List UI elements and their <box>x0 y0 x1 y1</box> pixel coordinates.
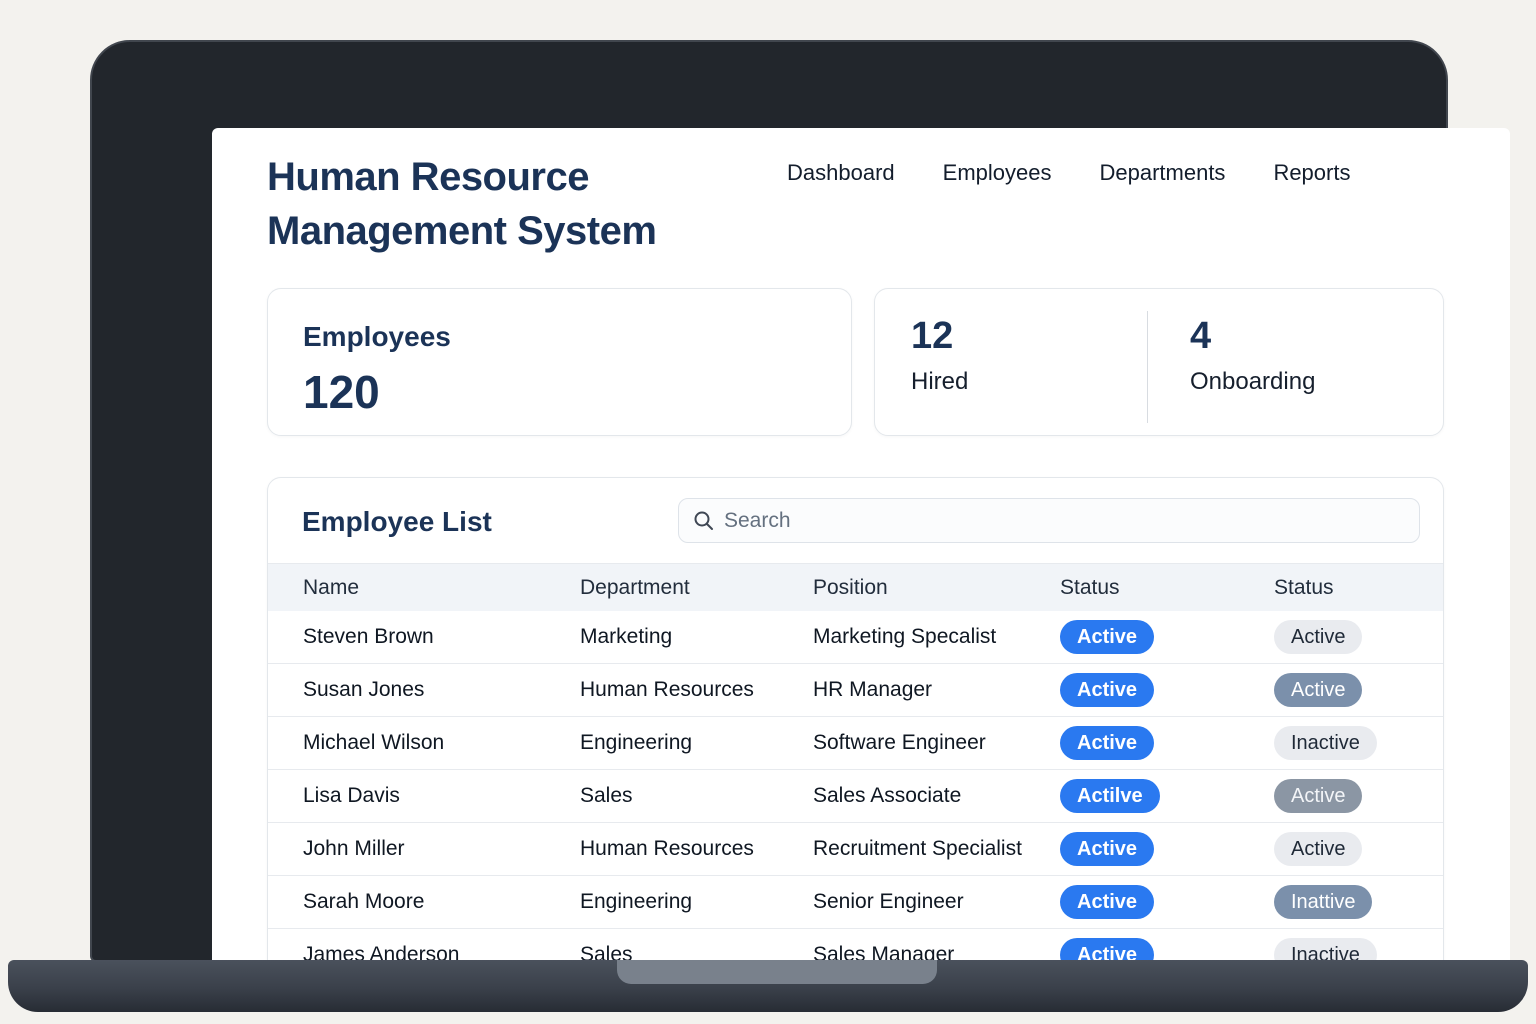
employee-name: Sarah Moore <box>303 890 425 913</box>
employee-name: Lisa Davis <box>303 784 400 807</box>
hired-stat: 12 Hired <box>911 315 968 396</box>
table-row[interactable]: Steven Brown Marketing Marketing Specalist… <box>268 611 1443 664</box>
page-background: Human Resource Management System Dashboa… <box>0 0 1536 1024</box>
status-badge-1: Active <box>1060 885 1155 919</box>
nav-item-reports[interactable]: Reports <box>1273 160 1350 186</box>
status-badge-1: Actilve <box>1060 779 1160 813</box>
page-title: Human Resource Management System <box>267 155 657 253</box>
status-badge-2: Active <box>1274 620 1363 654</box>
status-badge-1: Active <box>1060 726 1155 760</box>
nav-item-employees[interactable]: Employees <box>943 160 1052 186</box>
onboarding-stat-value: 4 <box>1190 315 1212 357</box>
employee-list-card: Employee List Name Department Position S… <box>267 477 1444 1004</box>
hired-stat-label: Hired <box>911 368 969 395</box>
laptop-base-notch <box>617 960 937 984</box>
employee-department: Marketing <box>580 625 673 648</box>
employee-department: Engineering <box>580 731 693 754</box>
hiring-stat-card: 12 Hired 4 Onboarding <box>874 288 1444 436</box>
table-row[interactable]: Lisa Davis Sales Sales Associate Actilve Act… <box>268 770 1443 823</box>
employee-department: Engineering <box>580 890 693 913</box>
employee-department: Sales <box>580 784 633 807</box>
column-header-position: Position <box>813 575 888 599</box>
employee-department: Human Resources <box>580 678 754 701</box>
search-input[interactable] <box>724 508 1405 533</box>
status-badge-1: Active <box>1060 832 1155 866</box>
employees-stat-value: 120 <box>303 366 380 418</box>
hired-stat-value: 12 <box>911 315 954 357</box>
table-row[interactable]: John Miller Human Resources Recruitment Sp… <box>268 823 1443 876</box>
table-header-row: Name Department Position Status Status <box>268 563 1443 611</box>
employee-name: John Miller <box>303 837 405 860</box>
employee-name: Steven Brown <box>303 625 434 648</box>
status-badge-1: Active <box>1060 620 1155 654</box>
employee-name: Susan Jones <box>303 678 425 701</box>
laptop-screen: Human Resource Management System Dashboa… <box>212 128 1510 1004</box>
column-header-department: Department <box>580 575 690 599</box>
employees-stat-card: Employees 120 <box>267 288 852 436</box>
top-nav: Dashboard Employees Departments Reports <box>787 160 1350 186</box>
employee-name: Michael Wilson <box>303 731 445 754</box>
employee-list-title: Employee List <box>302 506 492 537</box>
status-badge-1: Active <box>1060 673 1155 707</box>
nav-item-dashboard[interactable]: Dashboard <box>787 160 895 186</box>
status-badge-2: Inattive <box>1274 885 1373 919</box>
employee-position: Software Engineer <box>813 731 986 754</box>
nav-item-departments[interactable]: Departments <box>1099 160 1225 186</box>
employees-stat-label: Employees <box>303 321 451 352</box>
laptop-frame: Human Resource Management System Dashboa… <box>90 40 1510 1004</box>
status-badge-2: Active <box>1274 673 1363 707</box>
status-badge-2: Inactive <box>1274 726 1377 760</box>
search-icon <box>694 511 713 530</box>
laptop-base <box>8 960 1528 1012</box>
stat-divider <box>1147 311 1148 423</box>
status-badge-2: Active <box>1274 779 1363 813</box>
employee-position: Marketing Specalist <box>813 625 997 648</box>
employee-position: Senior Engineer <box>813 890 964 913</box>
onboarding-stat: 4 Onboarding <box>1190 315 1315 396</box>
employee-position: Sales Associate <box>813 784 962 807</box>
table-row[interactable]: Sarah Moore Engineering Senior Engineer Act… <box>268 876 1443 929</box>
table-body: Steven Brown Marketing Marketing Specalist… <box>268 611 1443 1004</box>
status-badge-2: Active <box>1274 832 1363 866</box>
table-row[interactable]: Susan Jones Human Resources HR Manager Acti… <box>268 664 1443 717</box>
column-header-status-1: Status <box>1060 575 1120 599</box>
employee-department: Human Resources <box>580 837 754 860</box>
onboarding-stat-label: Onboarding <box>1190 368 1316 395</box>
table-row[interactable]: Michael Wilson Engineering Software Engine… <box>268 717 1443 770</box>
column-header-status-2: Status <box>1274 575 1334 599</box>
search-box[interactable] <box>678 498 1420 543</box>
employee-position: HR Manager <box>813 678 933 701</box>
column-header-name: Name <box>303 575 360 599</box>
employee-position: Recruitment Specialist <box>813 837 1022 860</box>
